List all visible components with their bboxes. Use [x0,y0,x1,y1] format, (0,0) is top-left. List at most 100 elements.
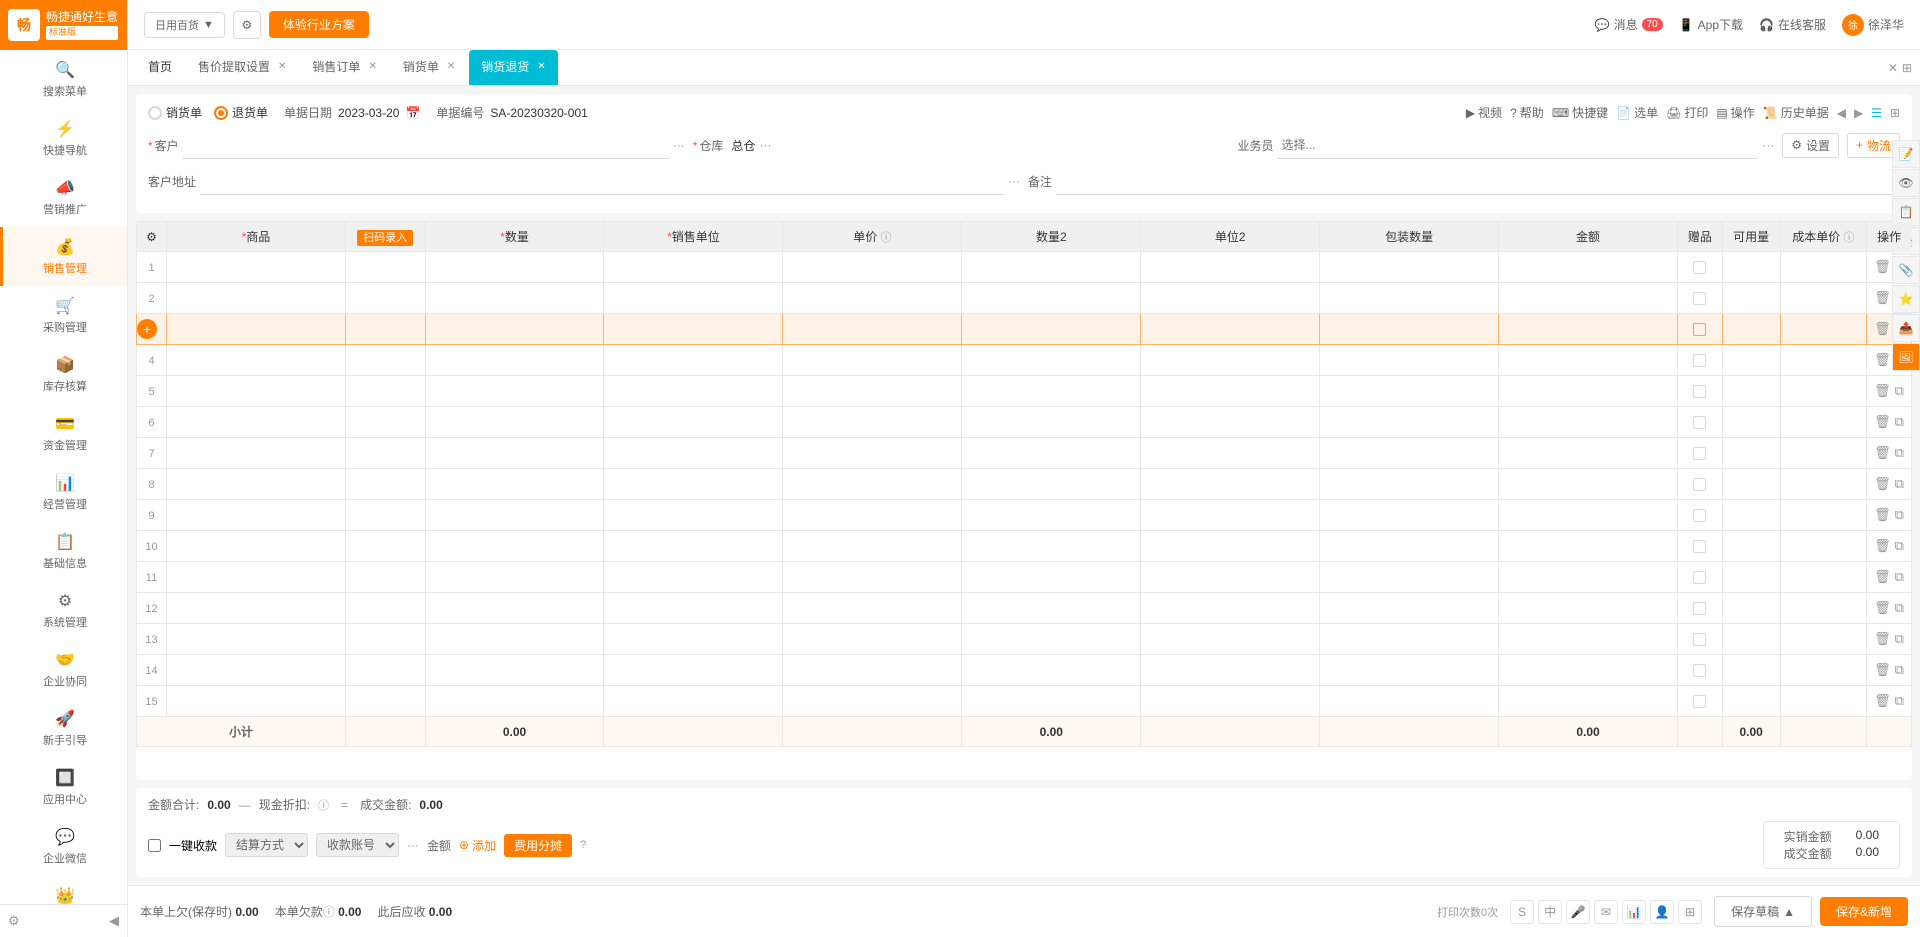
unit-price-input[interactable] [783,345,961,375]
gift-checkbox[interactable] [1693,323,1706,336]
unit-price-cell[interactable] [783,562,962,593]
qty2-input[interactable] [962,438,1140,468]
unit2-input[interactable] [1141,345,1319,375]
pack-qty-cell[interactable] [1320,252,1499,283]
unit-cell[interactable] [604,624,783,655]
unit2-cell[interactable] [1141,283,1320,314]
qty2-cell[interactable] [962,438,1141,469]
qty2-input[interactable] [962,593,1140,623]
one-click-checkbox[interactable] [148,839,161,852]
delete-row-icon[interactable]: 🗑 [1874,383,1891,399]
side-icon-6[interactable]: ⭐ [1892,285,1920,313]
quantity-cell[interactable] [425,562,604,593]
unit2-input[interactable] [1141,593,1319,623]
unit-cell[interactable] [604,252,783,283]
unit2-input[interactable] [1141,500,1319,530]
pack-qty-cell[interactable] [1320,593,1499,624]
pack-qty-input[interactable] [1320,376,1498,406]
gift-checkbox[interactable] [1693,416,1706,429]
pack-qty-input[interactable] [1320,624,1498,654]
unit-cell[interactable] [604,686,783,717]
history-btn[interactable]: 📜 历史单据 [1763,104,1829,121]
delete-row-icon[interactable]: 🗑 [1874,507,1891,523]
tab-home[interactable]: 首页 [136,50,184,85]
pack-qty-cell[interactable] [1320,469,1499,500]
delete-row-icon[interactable]: 🗑 [1874,693,1891,709]
unit-price-cell[interactable] [783,655,962,686]
qty2-input[interactable] [962,314,1140,344]
pack-qty-cell[interactable] [1320,624,1499,655]
sidebar-item-operations[interactable]: 📊 经营管理 [0,463,127,522]
unit2-input[interactable] [1141,562,1319,592]
product-input[interactable] [167,531,345,561]
sidebar-item-wechat[interactable]: 💬 企业微信 [0,817,127,876]
pack-qty-input[interactable] [1320,469,1498,499]
quantity-cell[interactable] [425,438,604,469]
qty2-input[interactable] [962,407,1140,437]
copy-row-icon[interactable]: ⧉ [1895,538,1904,554]
toolbar-icon-1[interactable]: S [1510,900,1534,924]
quantity-input[interactable] [426,655,604,685]
product-cell[interactable] [167,500,346,531]
amount-cell[interactable] [1499,531,1678,562]
pack-qty-cell[interactable] [1320,376,1499,407]
unit-input[interactable] [604,407,782,437]
amount-cell[interactable] [1499,376,1678,407]
gift-checkbox[interactable] [1693,385,1706,398]
qty2-cell[interactable] [962,624,1141,655]
unit-price-help-icon[interactable]: ⓘ [881,232,892,244]
quantity-cell[interactable] [425,655,604,686]
copy-row-icon[interactable]: ⧉ [1895,507,1904,523]
delete-row-icon[interactable]: 🗑 [1874,631,1891,647]
quantity-input[interactable] [426,469,604,499]
amount-input[interactable] [1499,500,1677,530]
product-input[interactable] [167,314,345,344]
unit-input[interactable] [604,376,782,406]
gift-cell[interactable] [1678,500,1723,531]
tab-price-setting[interactable]: 售价提取设置 ✕ [186,50,298,85]
qty2-input[interactable] [962,655,1140,685]
unit-cell[interactable] [604,531,783,562]
amount-input[interactable] [1499,314,1677,344]
gift-checkbox[interactable] [1693,478,1706,491]
gift-checkbox[interactable] [1693,447,1706,460]
unit2-cell[interactable] [1141,562,1320,593]
copy-row-icon[interactable]: ⧉ [1895,476,1904,492]
amount-cell[interactable] [1499,655,1678,686]
product-cell[interactable] [167,655,346,686]
qty2-cell[interactable] [962,531,1141,562]
gift-cell[interactable] [1678,376,1723,407]
qty2-cell[interactable] [962,252,1141,283]
unit-input[interactable] [604,469,782,499]
product-cell[interactable] [167,531,346,562]
product-input[interactable] [167,345,345,375]
amount-cell[interactable] [1499,562,1678,593]
pack-qty-input[interactable] [1320,593,1498,623]
amount-cell[interactable] [1499,314,1678,345]
quantity-cell[interactable] [425,593,604,624]
quantity-input[interactable] [426,562,604,592]
unit-input[interactable] [604,655,782,685]
radio-return[interactable]: 退货单 [214,104,268,121]
product-input[interactable] [167,593,345,623]
quantity-cell[interactable] [425,531,604,562]
delete-row-icon[interactable]: 🗑 [1874,414,1891,430]
unit-price-input[interactable] [783,500,961,530]
video-btn[interactable]: ▶ 视频 [1466,104,1502,121]
tab-close-sales-return[interactable]: ✕ [537,61,545,72]
settlement-method-select[interactable]: 结算方式 [225,833,308,857]
amount-input[interactable] [1499,438,1677,468]
unit-price-cell[interactable] [783,252,962,283]
unit-cell[interactable] [604,469,783,500]
gift-cell[interactable] [1678,469,1723,500]
pack-qty-cell[interactable] [1320,686,1499,717]
unit-price-cell[interactable] [783,376,962,407]
sidebar-item-shortcut[interactable]: ⚡ 快捷导航 [0,109,127,168]
delete-row-icon[interactable]: 🗑 [1874,321,1891,337]
quantity-input[interactable] [426,252,604,282]
unit2-input[interactable] [1141,531,1319,561]
note-input[interactable] [1056,167,1900,195]
unit2-cell[interactable] [1141,252,1320,283]
unit2-cell[interactable] [1141,624,1320,655]
unit-price-cell[interactable] [783,624,962,655]
